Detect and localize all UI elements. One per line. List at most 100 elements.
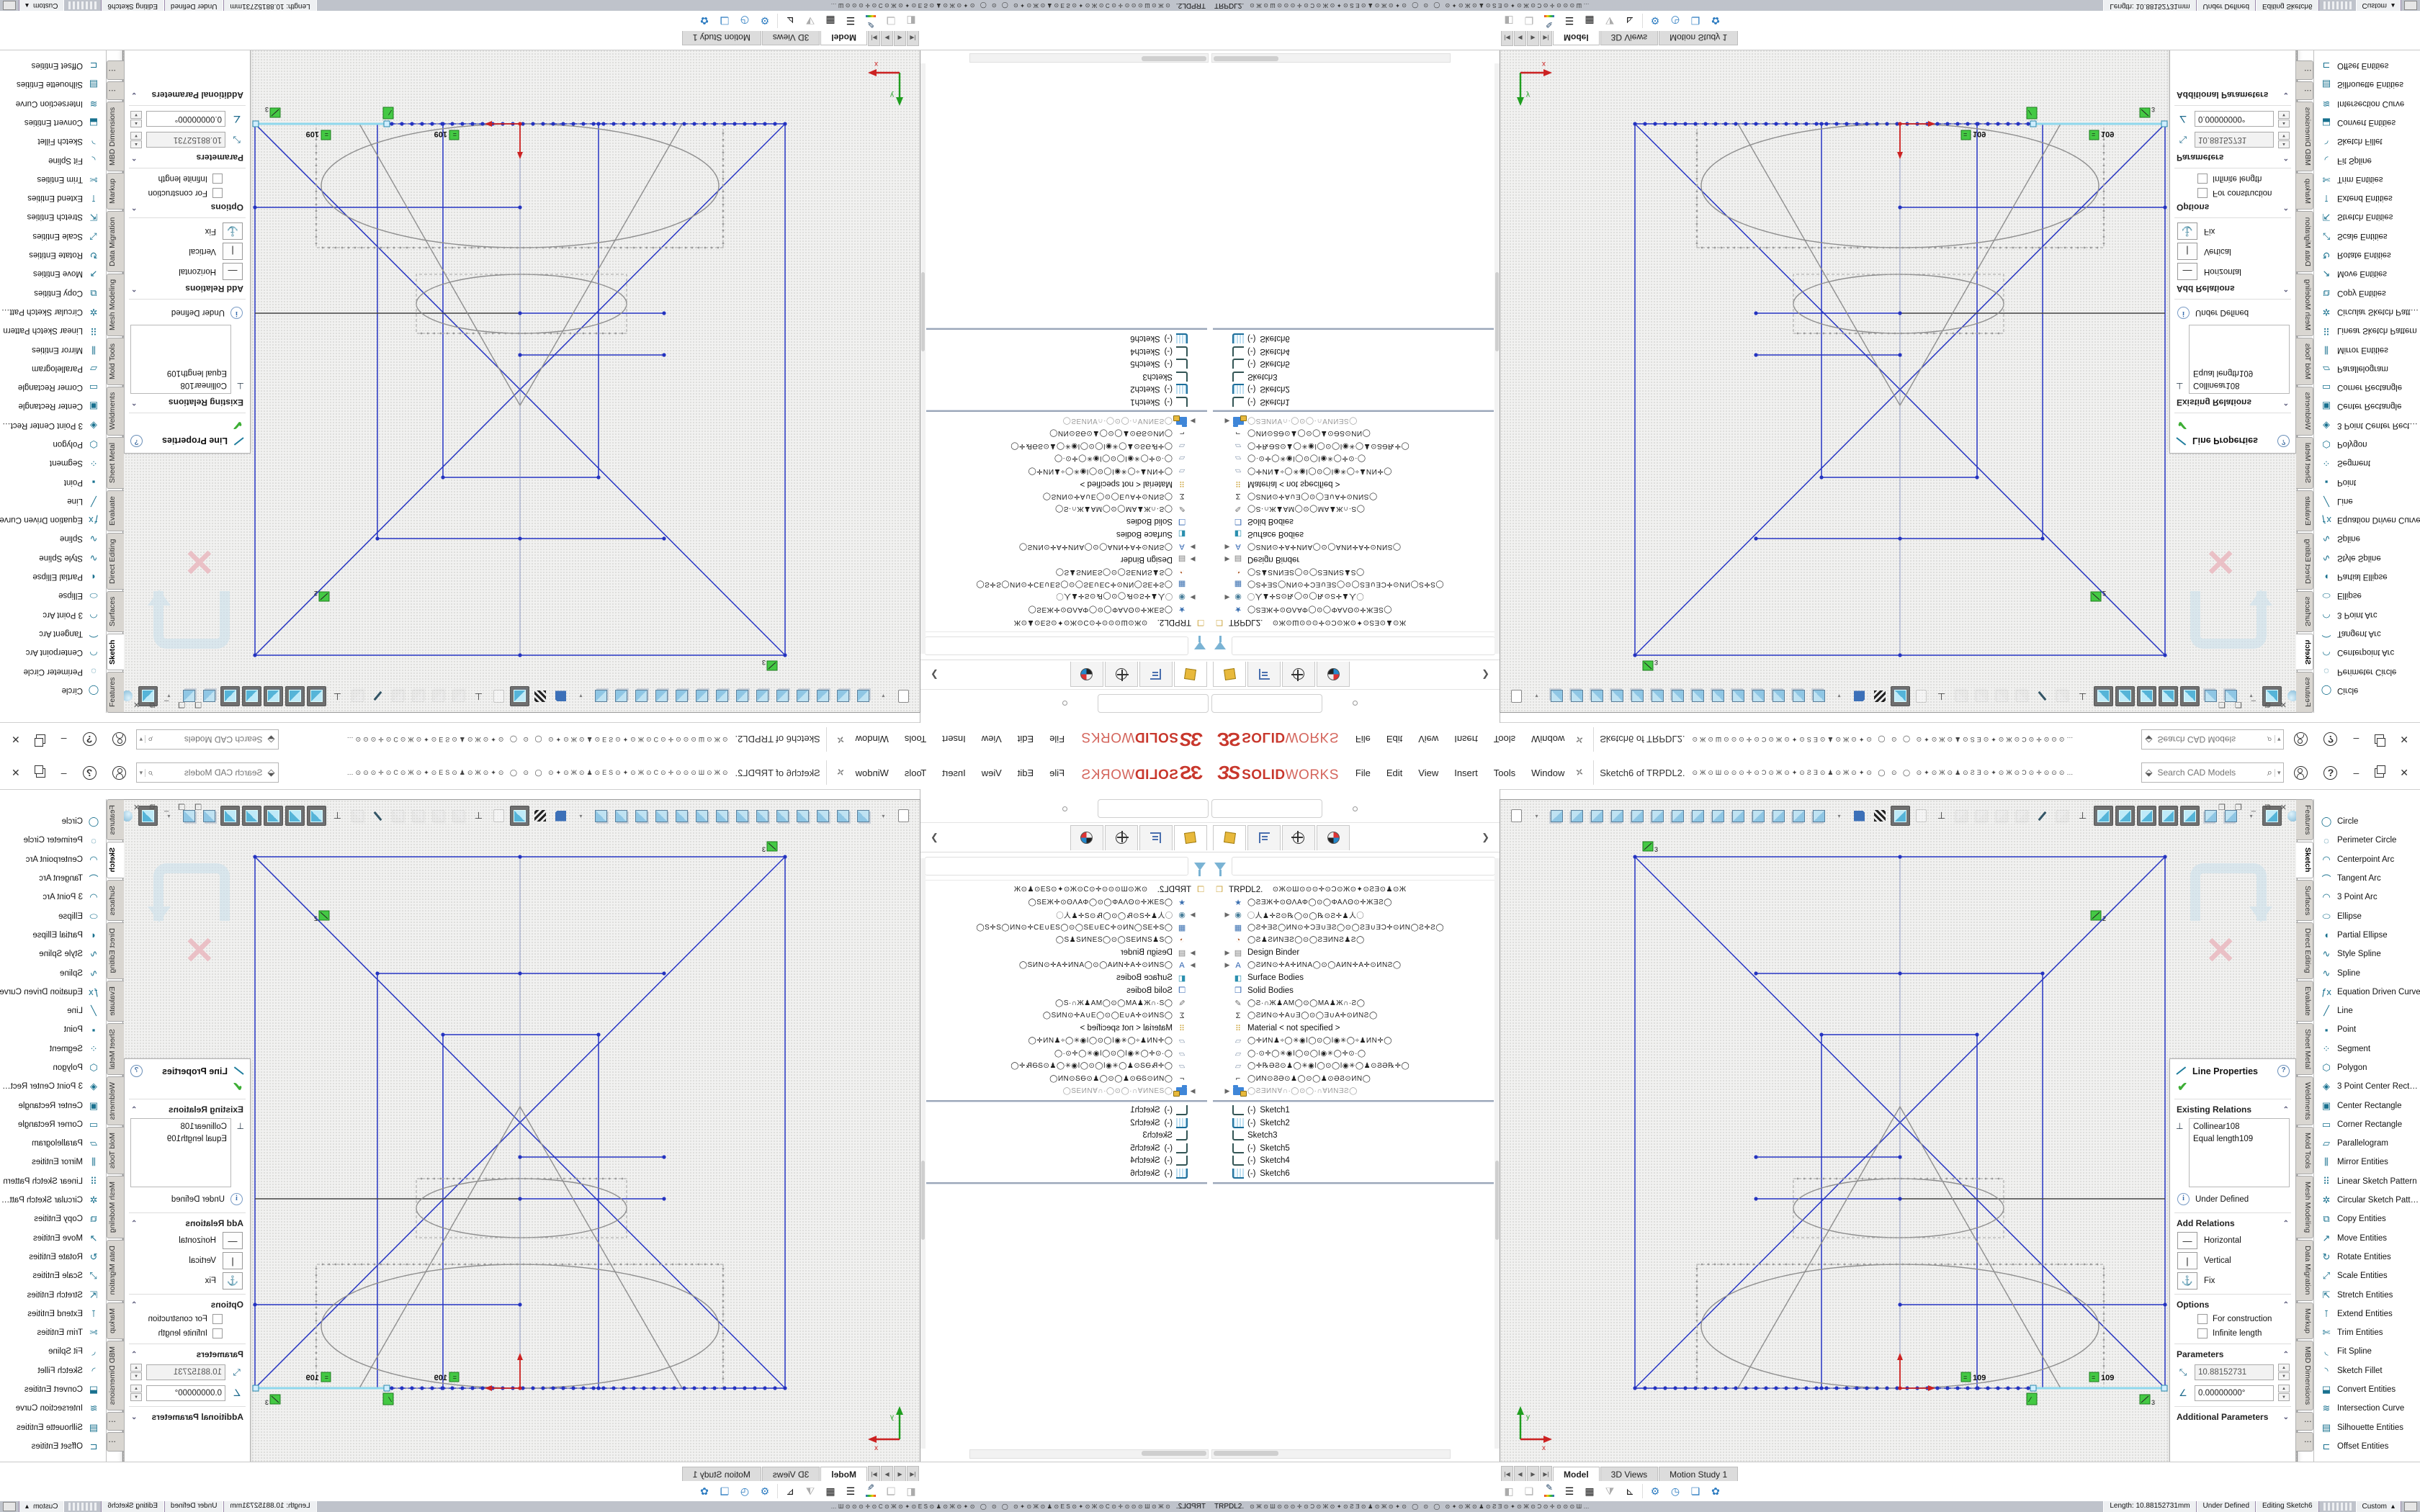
- angle-spinner[interactable]: ▲▼: [2278, 111, 2290, 127]
- tab-scroll-arrow-icon[interactable]: ▶|: [868, 30, 880, 46]
- tree-item[interactable]: ❒Solid Bodies: [1213, 984, 1500, 997]
- tree-item[interactable]: ❒Solid Bodies: [920, 516, 1207, 528]
- folder-doc-icon[interactable]: ❏: [1688, 1483, 1703, 1499]
- vertical-icon[interactable]: |: [223, 243, 243, 260]
- dropdown-icon[interactable]: ▾: [572, 687, 590, 706]
- tree-item[interactable]: ▱◯✛℞ƏϨ⊙♟◯✳◉ǀ◯⊙◯ǀ◉✳◯♟⊙ϨƏ℞✛◯: [920, 440, 1207, 453]
- wrap-cylinder-icon[interactable]: [1790, 687, 1808, 706]
- tree-item[interactable]: ▱◯✛℞ƏϨ⊙♟◯✳◉ǀ◯⊙◯ǀ◉✳◯♟⊙ϨƏ℞✛◯: [1213, 1060, 1500, 1073]
- tree-item[interactable]: ▶◯ƧƎИΝ∀∩·◯⊙◯·∩∀ИΝƎƧ◯: [1213, 415, 1500, 428]
- tab-scroll-arrow-icon[interactable]: ▶|: [868, 1466, 880, 1482]
- menu-tools[interactable]: Tools: [898, 764, 933, 782]
- tree-item-sketch[interactable]: (-) Sketch6: [1213, 333, 1500, 346]
- tree-item[interactable]: ★◯ƧƎЖ✛⊙ʘΛΑΦ◯⊙◯ΦΑΛʘ⊙✛ЖƎƧ◯: [1213, 603, 1500, 616]
- pin-icon[interactable]: ✛: [834, 732, 847, 746]
- tab-direct-editing[interactable]: Direct Editing: [107, 533, 124, 589]
- tree-item[interactable]: ◧Surface Bodies: [920, 528, 1207, 541]
- ellipse-ghost-icon[interactable]: [1993, 687, 2011, 706]
- tool-move-entities[interactable]: ↗Move Entities: [0, 264, 106, 283]
- tree-item[interactable]: ◔◯Ƨ♟ƧИΝƎƧ◯⊙◯ƧƎИΝƧ♟Ƨ◯: [1213, 566, 1500, 579]
- tree-item[interactable]: ▶◯ƧƎИΝ∀∩·◯⊙◯·∩∀ИΝƎƧ◯: [1213, 1085, 1500, 1098]
- tool-stretch-entities[interactable]: ⇱Stretch Entities: [0, 207, 106, 226]
- tree-root-item[interactable]: ❒TRPDL2. ⊙Ж⊙Ш⊙⊙⊙✛⊙Ͻ⊙Ж⊙✦⊙ƧƎ⊙♟⊙Ж: [1213, 883, 1500, 896]
- mdi-close-icon[interactable]: ✕: [133, 803, 140, 812]
- rollback-bar-end[interactable]: [1213, 328, 1494, 330]
- doc-tab-3d-views[interactable]: 3D Views: [1600, 30, 1658, 45]
- angle-spinner[interactable]: ▲▼: [130, 111, 142, 127]
- angle-spinner[interactable]: ▲▼: [2278, 1385, 2290, 1401]
- relation-list-item[interactable]: Collinear108: [2193, 379, 2285, 391]
- horizontal-icon[interactable]: —: [2177, 1232, 2197, 1249]
- mdi-restore2-icon[interactable]: ❐: [178, 803, 185, 812]
- section-ghost-icon[interactable]: ◧: [1501, 13, 1517, 29]
- dropdown-icon[interactable]: ▾: [1528, 687, 1546, 706]
- units-dropdown[interactable]: Custom▴: [19, 0, 64, 11]
- tree-item[interactable]: ▶A◯ƧИΝ⊙✛Α✛ИΝΑ◯⊙◯ΑИΝ✛Α✛⊙ИΝƧ◯: [920, 959, 1207, 972]
- tool-convert-entities[interactable]: ⬓Convert Entities: [0, 1380, 106, 1399]
- tool-partial-ellipse[interactable]: ◖Partial Ellipse: [0, 926, 106, 945]
- tree-item-sketch[interactable]: (-) Sketch6: [920, 333, 1207, 346]
- revolve-boss-icon[interactable]: [834, 806, 852, 825]
- tab-sheet-metal[interactable]: Sheet Metal: [2296, 437, 2313, 489]
- menu-view[interactable]: View: [1412, 764, 1445, 782]
- mdi-minimize-icon[interactable]: _: [164, 804, 169, 812]
- tool-move-entities[interactable]: ↗Move Entities: [2314, 264, 2420, 283]
- tree-item-sketch[interactable]: (-) Sketch1: [1213, 395, 1500, 408]
- tool-spline[interactable]: ∿Spline: [0, 963, 106, 982]
- perp-point-icon[interactable]: ⊥: [470, 806, 488, 825]
- tree-item[interactable]: ▱◯✛ИΝ♟÷◯✳◉ǀ◯⊙◯ǀ◉✳◯÷♟ИΝ✛◯: [1213, 1035, 1500, 1048]
- tool-centerpoint-arc[interactable]: ◠Centerpoint Arc: [0, 643, 106, 662]
- checkbox[interactable]: [212, 1328, 223, 1338]
- tab-mbd-dimensions[interactable]: MBD Dimensions: [107, 1341, 124, 1410]
- tab--[interactable]: ⋮: [107, 60, 124, 80]
- pencil-icon[interactable]: [2033, 806, 2051, 825]
- tab-evaluate[interactable]: Evaluate: [2296, 490, 2313, 531]
- fix-anchor-icon[interactable]: ⚓: [223, 222, 243, 240]
- rollback-bar[interactable]: [926, 410, 1207, 413]
- tree-item[interactable]: ❒Solid Bodies: [1213, 516, 1500, 528]
- menu-file[interactable]: File: [1043, 731, 1071, 749]
- tree-item[interactable]: Σ◯ƧИΝ⊙✛Α∪Ǝ◯⊙◯Ǝ∪Α✛⊙ИΝƧ◯: [1213, 490, 1500, 503]
- accept-check-icon[interactable]: ✔: [2170, 416, 2295, 433]
- relation-list-item[interactable]: Equal length109: [2193, 1133, 2285, 1146]
- relations-eye-pressed-icon[interactable]: [2137, 806, 2156, 826]
- tab-surfaces[interactable]: Surfaces: [2296, 591, 2313, 632]
- menu-insert[interactable]: Insert: [936, 764, 972, 782]
- grid-table-icon[interactable]: ▦: [823, 1483, 838, 1499]
- tab-sheet-metal[interactable]: Sheet Metal: [107, 1023, 124, 1075]
- tab-sketch[interactable]: Sketch: [107, 634, 124, 670]
- menu-edit[interactable]: Edit: [1011, 764, 1040, 782]
- pin-icon[interactable]: ✛: [1573, 732, 1586, 746]
- boundary-boss-icon[interactable]: [774, 806, 792, 825]
- horizontal-icon[interactable]: —: [2177, 263, 2197, 280]
- tab-features[interactable]: Features: [2296, 672, 2313, 713]
- tab-mesh-modeling[interactable]: Mesh Modeling: [107, 1176, 124, 1238]
- tree-item[interactable]: ▶▤Design Binder: [920, 553, 1207, 566]
- tree-item[interactable]: ▶◉◯人♟✛Ƨ⊙℞◯⊙◯℞⊙Ƨ✛♟人◯: [1213, 591, 1500, 604]
- tab-markup[interactable]: Markup: [107, 1302, 124, 1339]
- expand-arrow-icon[interactable]: ▶: [1223, 417, 1232, 425]
- collapse-icon[interactable]: ⌃: [131, 399, 137, 407]
- zebra-stripes-icon[interactable]: [1870, 806, 1888, 825]
- panel-expand-chevron-icon[interactable]: ❯: [1482, 669, 1489, 680]
- tab-scroll-arrow-icon[interactable]: ▶: [881, 30, 893, 46]
- menu-edit[interactable]: Edit: [1380, 764, 1409, 782]
- close-button[interactable]: ✕: [2400, 734, 2408, 746]
- fix-anchor-icon[interactable]: ⚓: [2177, 1272, 2197, 1290]
- grid-table-icon[interactable]: ▦: [1582, 1483, 1597, 1499]
- status-sketch-icon[interactable]: [2404, 1, 2417, 10]
- tree-item-sketch[interactable]: (-) Sketch4: [920, 345, 1207, 358]
- tree-vertical-scrollbar[interactable]: [1494, 858, 1500, 1449]
- tree-item-sketch[interactable]: (-) Sketch4: [1213, 345, 1500, 358]
- tool-fit-spline[interactable]: ◟Fit Spline: [2314, 150, 2420, 169]
- cylinder-icon[interactable]: [1810, 806, 1828, 825]
- swept-cut-icon[interactable]: [713, 687, 731, 706]
- tool-centerpoint-arc[interactable]: ◠Centerpoint Arc: [2314, 643, 2420, 662]
- part-doc-icon[interactable]: [895, 687, 913, 706]
- length-spinner[interactable]: ▲▼: [2278, 132, 2290, 148]
- restore-button[interactable]: [2375, 735, 2384, 744]
- search-input[interactable]: [2156, 734, 2267, 745]
- tool-offset-entities[interactable]: ⊏Offset Entities: [2314, 1437, 2420, 1456]
- save-icon[interactable]: [552, 687, 570, 706]
- tool-equation-driven-curve[interactable]: ƒxEquation Driven Curve: [2314, 983, 2420, 1002]
